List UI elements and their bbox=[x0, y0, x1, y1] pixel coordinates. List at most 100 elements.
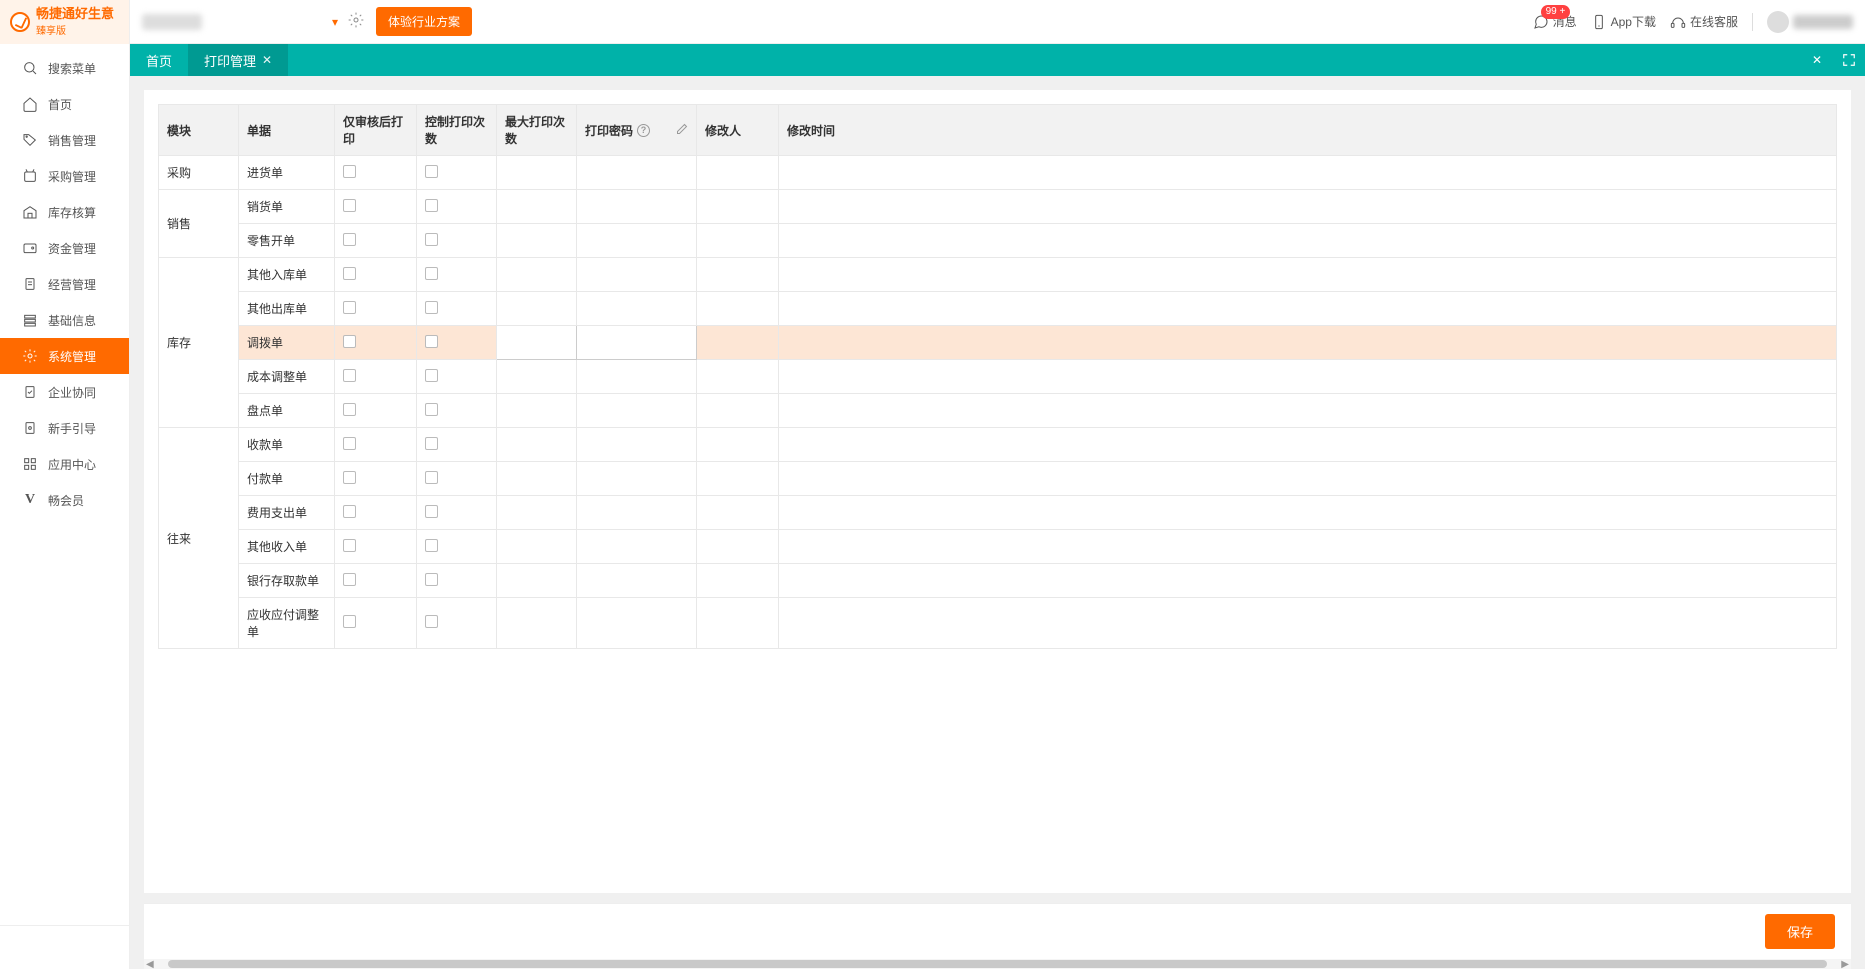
modifier-cell bbox=[697, 326, 779, 360]
checkbox[interactable] bbox=[343, 505, 356, 518]
control-count-cell bbox=[417, 530, 497, 564]
sidebar-item-2[interactable]: 销售管理 bbox=[0, 122, 129, 158]
doc-cell: 其他收入单 bbox=[239, 530, 335, 564]
control-count-cell bbox=[417, 224, 497, 258]
tab-1[interactable]: 打印管理✕ bbox=[188, 44, 288, 76]
checkbox[interactable] bbox=[425, 573, 438, 586]
checkbox[interactable] bbox=[425, 233, 438, 246]
checkbox[interactable] bbox=[425, 505, 438, 518]
fullscreen-icon[interactable] bbox=[1833, 44, 1865, 76]
modifier-cell bbox=[697, 360, 779, 394]
checkbox[interactable] bbox=[425, 437, 438, 450]
save-button[interactable]: 保存 bbox=[1765, 914, 1835, 949]
edit-icon[interactable] bbox=[676, 123, 688, 138]
chevron-down-icon[interactable]: ▾ bbox=[332, 15, 338, 29]
user-menu[interactable] bbox=[1767, 11, 1853, 33]
scrollbar-thumb[interactable] bbox=[168, 960, 1828, 968]
checkbox[interactable] bbox=[343, 369, 356, 382]
checkbox[interactable] bbox=[343, 573, 356, 586]
checkbox[interactable] bbox=[425, 471, 438, 484]
org-selector[interactable] bbox=[142, 14, 322, 30]
home-icon bbox=[22, 96, 38, 112]
clipboard-icon bbox=[22, 276, 38, 292]
sidebar-item-5[interactable]: 资金管理 bbox=[0, 230, 129, 266]
sidebar-item-11[interactable]: 应用中心 bbox=[0, 446, 129, 482]
modify-time-cell bbox=[779, 258, 1837, 292]
sidebar-item-9[interactable]: 企业协同 bbox=[0, 374, 129, 410]
messages-button[interactable]: 99 + 消息 bbox=[1533, 13, 1577, 30]
checkbox[interactable] bbox=[343, 165, 356, 178]
module-cell: 销售 bbox=[159, 190, 239, 258]
tab-close-all-icon[interactable]: ✕ bbox=[1801, 44, 1833, 76]
logo: 畅捷通好生意 臻享版 bbox=[0, 0, 129, 44]
sidebar-item-8[interactable]: 系统管理 bbox=[0, 338, 129, 374]
only-audited-cell bbox=[335, 292, 417, 326]
avatar bbox=[1767, 11, 1789, 33]
max-count-cell bbox=[497, 394, 577, 428]
checkbox[interactable] bbox=[425, 403, 438, 416]
password-cell bbox=[577, 360, 697, 394]
checkbox[interactable] bbox=[343, 267, 356, 280]
modify-time-cell bbox=[779, 156, 1837, 190]
table-row: 应收应付调整单 bbox=[159, 598, 1837, 649]
max-count-cell bbox=[497, 564, 577, 598]
max-count-cell[interactable] bbox=[497, 326, 577, 360]
sidebar-item-label: 库存核算 bbox=[48, 204, 96, 221]
print-settings-table: 模块 单据 仅审核后打印 控制打印次数 最大打印次数 打印密码 ? bbox=[158, 104, 1837, 649]
sidebar-item-0[interactable]: 搜索菜单 bbox=[0, 50, 129, 86]
sidebar-item-3[interactable]: 采购管理 bbox=[0, 158, 129, 194]
modifier-cell bbox=[697, 156, 779, 190]
checkbox[interactable] bbox=[425, 301, 438, 314]
header-settings-icon[interactable] bbox=[348, 12, 364, 31]
industry-plan-button[interactable]: 体验行业方案 bbox=[376, 7, 472, 36]
guide-icon bbox=[22, 420, 38, 436]
checkbox[interactable] bbox=[343, 335, 356, 348]
checkbox[interactable] bbox=[343, 539, 356, 552]
checkbox[interactable] bbox=[425, 335, 438, 348]
collab-icon bbox=[22, 384, 38, 400]
checkbox[interactable] bbox=[343, 301, 356, 314]
checkbox[interactable] bbox=[425, 165, 438, 178]
checkbox[interactable] bbox=[343, 403, 356, 416]
sidebar-item-4[interactable]: 库存核算 bbox=[0, 194, 129, 230]
checkbox[interactable] bbox=[425, 267, 438, 280]
header: ▾ 体验行业方案 99 + 消息 App下载 在线客服 bbox=[130, 0, 1865, 44]
password-cell[interactable] bbox=[577, 326, 697, 360]
checkbox[interactable] bbox=[425, 369, 438, 382]
checkbox[interactable] bbox=[425, 539, 438, 552]
modifier-cell bbox=[697, 496, 779, 530]
control-count-cell bbox=[417, 394, 497, 428]
checkbox[interactable] bbox=[425, 199, 438, 212]
checkbox[interactable] bbox=[343, 471, 356, 484]
sidebar-item-7[interactable]: 基础信息 bbox=[0, 302, 129, 338]
checkbox[interactable] bbox=[425, 615, 438, 628]
sidebar-item-12[interactable]: V畅会员 bbox=[0, 482, 129, 518]
max-count-cell bbox=[497, 360, 577, 394]
scroll-left-icon[interactable]: ◀ bbox=[146, 959, 154, 969]
online-service-button[interactable]: 在线客服 bbox=[1670, 13, 1738, 30]
tab-0[interactable]: 首页 bbox=[130, 44, 188, 76]
app-download-button[interactable]: App下载 bbox=[1591, 13, 1656, 30]
checkbox[interactable] bbox=[343, 233, 356, 246]
table-row: 零售开单 bbox=[159, 224, 1837, 258]
scroll-right-icon[interactable]: ▶ bbox=[1841, 959, 1849, 969]
control-count-cell bbox=[417, 326, 497, 360]
modify-time-cell bbox=[779, 496, 1837, 530]
footer-bar: 保存 bbox=[144, 903, 1851, 959]
checkbox[interactable] bbox=[343, 199, 356, 212]
sidebar-item-10[interactable]: 新手引导 bbox=[0, 410, 129, 446]
sidebar-item-6[interactable]: 经营管理 bbox=[0, 266, 129, 302]
sidebar-item-1[interactable]: 首页 bbox=[0, 86, 129, 122]
table-row: 其他出库单 bbox=[159, 292, 1837, 326]
only-audited-cell bbox=[335, 598, 417, 649]
checkbox[interactable] bbox=[343, 437, 356, 450]
password-cell bbox=[577, 598, 697, 649]
help-icon[interactable]: ? bbox=[637, 124, 650, 137]
close-icon[interactable]: ✕ bbox=[262, 53, 272, 67]
modify-time-cell bbox=[779, 428, 1837, 462]
horizontal-scrollbar[interactable]: ◀ ▶ bbox=[144, 959, 1851, 969]
gear-icon bbox=[22, 348, 38, 364]
sidebar-item-label: 销售管理 bbox=[48, 132, 96, 149]
wallet-icon bbox=[22, 240, 38, 256]
checkbox[interactable] bbox=[343, 615, 356, 628]
